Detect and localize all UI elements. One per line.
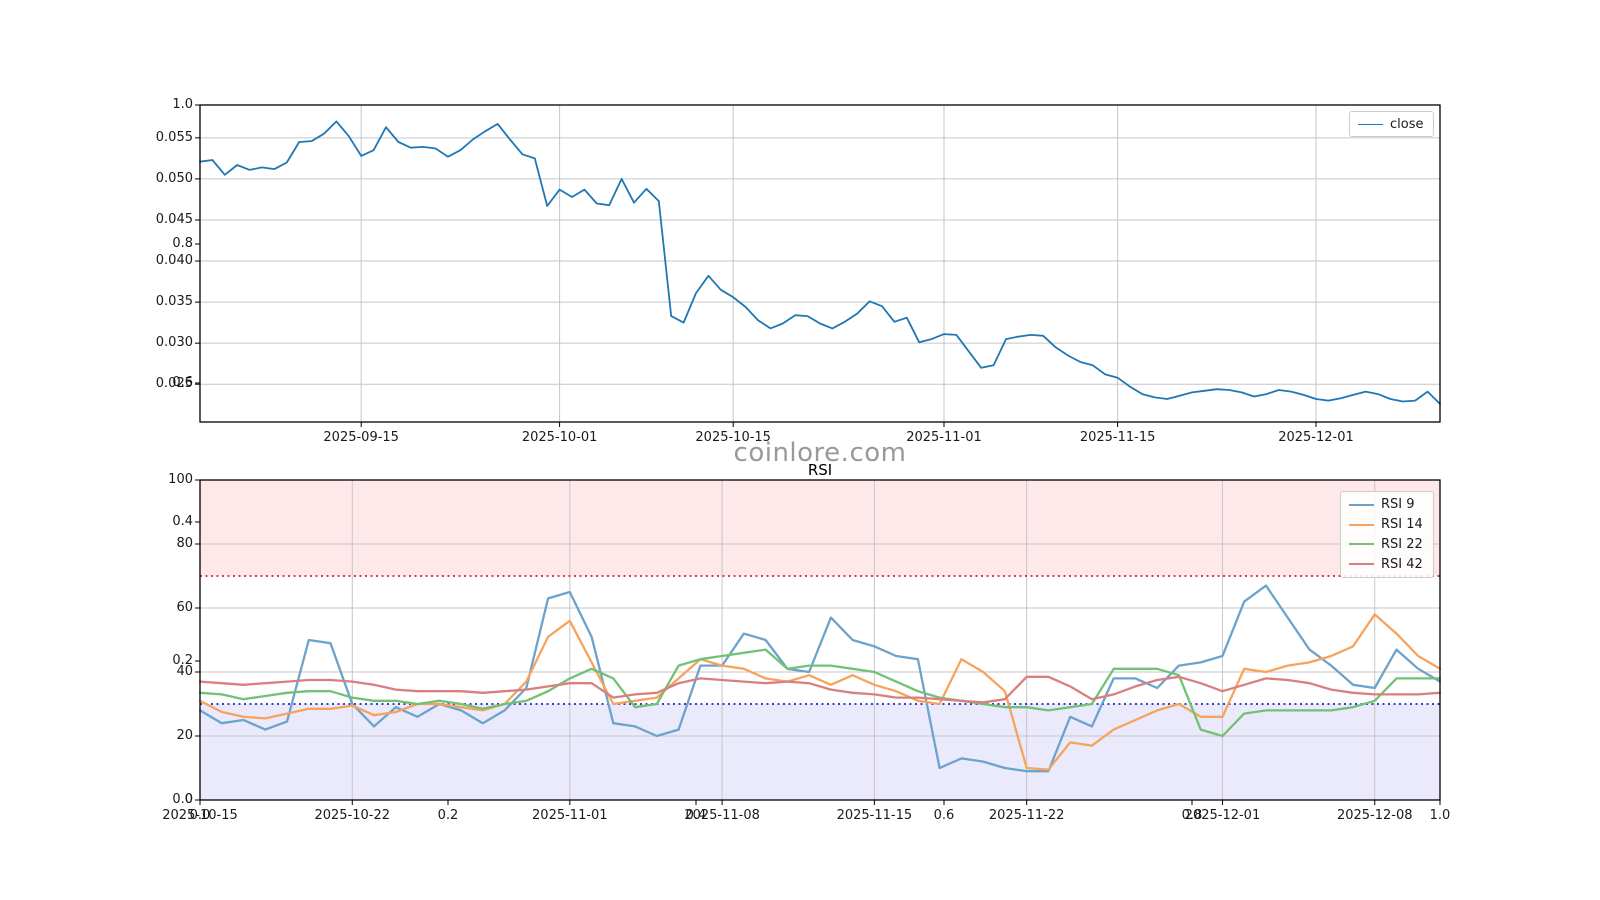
figure-y-tick-label: 0.6 <box>172 374 193 390</box>
oversold-band <box>200 704 1440 800</box>
figure-y-tick-label: 0.0 <box>172 791 193 807</box>
legend-label: close <box>1390 116 1424 132</box>
y-tick-label: 100 <box>168 471 193 487</box>
x-tick-label: 2025-10-01 <box>521 430 598 445</box>
figure: 0.055 0.050 0.045 0.040 0.035 0.030 0.025 2025-… <box>0 0 1600 900</box>
legend-label: RSI 42 <box>1381 556 1423 572</box>
figure-y-tick-label: 1.0 <box>172 96 193 112</box>
legend-label: RSI 22 <box>1381 536 1423 552</box>
legend-line-icon <box>1349 523 1374 526</box>
x-tick-label: 2025-11-15 <box>1079 430 1156 445</box>
figure-x-tick-label: 0.6 <box>933 808 955 823</box>
y-tick-label: 0.030 <box>155 335 193 351</box>
y-tick-label: 20 <box>176 727 193 743</box>
close-line <box>199 120 1441 405</box>
figure-y-tick-label: 0.4 <box>172 513 193 529</box>
y-tick-label: 0.035 <box>155 293 193 309</box>
axes-spine <box>199 104 1441 423</box>
legend-line-icon <box>1349 563 1374 566</box>
legend-item-rsi-22: RSI 22 <box>1349 535 1425 555</box>
y-tick-label: 0.055 <box>155 129 193 145</box>
x-tick-label: 2025-09-15 <box>323 430 399 445</box>
legend-item-rsi-14: RSI 14 <box>1349 515 1425 535</box>
figure-x-tick-label: 1.0 <box>1429 808 1451 823</box>
figure-x-tick-label: 0.4 <box>685 808 707 823</box>
legend-label: RSI 14 <box>1381 517 1423 533</box>
y-tick-label: 80 <box>176 535 193 551</box>
x-tick-label: 2025-11-15 <box>836 808 913 823</box>
figure-y-tick-label: 0.2 <box>172 652 193 668</box>
figure-y-tick-label: 0.8 <box>172 235 193 251</box>
rsi-legend: RSI 9 RSI 14 RSI 22 RSI 42 <box>1340 491 1434 578</box>
legend-line-icon <box>1349 543 1374 546</box>
figure-x-tick-label: 0.2 <box>437 808 459 823</box>
y-tick-label: 0.050 <box>155 170 193 186</box>
legend-label: RSI 9 <box>1381 497 1415 513</box>
y-tick-label: 0.045 <box>155 211 193 227</box>
x-tick-label: 2025-10-22 <box>314 808 391 823</box>
legend-line-icon <box>1349 503 1374 506</box>
figure-x-tick-label: 0.8 <box>1181 808 1203 823</box>
figure-x-tick-label: 0.0 <box>189 808 211 823</box>
overbought-band <box>200 480 1440 576</box>
x-tick-label: 2025-12-01 <box>1278 430 1354 445</box>
x-tick-label: 2025-11-01 <box>906 430 982 445</box>
close-legend: close <box>1349 111 1434 137</box>
y-tick-label: 60 <box>176 599 193 615</box>
x-tick-label: 2025-12-08 <box>1336 808 1413 823</box>
x-tick-label: 2025-11-22 <box>988 808 1065 823</box>
rsi-title: RSI <box>807 461 833 479</box>
x-tick-label: 2025-11-01 <box>532 808 608 823</box>
y-tick-label: 0.040 <box>155 252 193 268</box>
legend-item-rsi-42: RSI 42 <box>1349 554 1425 574</box>
legend-item-close: close <box>1358 115 1425 133</box>
legend-item-rsi-9: RSI 9 <box>1349 495 1425 515</box>
legend-line-icon <box>1358 123 1383 125</box>
